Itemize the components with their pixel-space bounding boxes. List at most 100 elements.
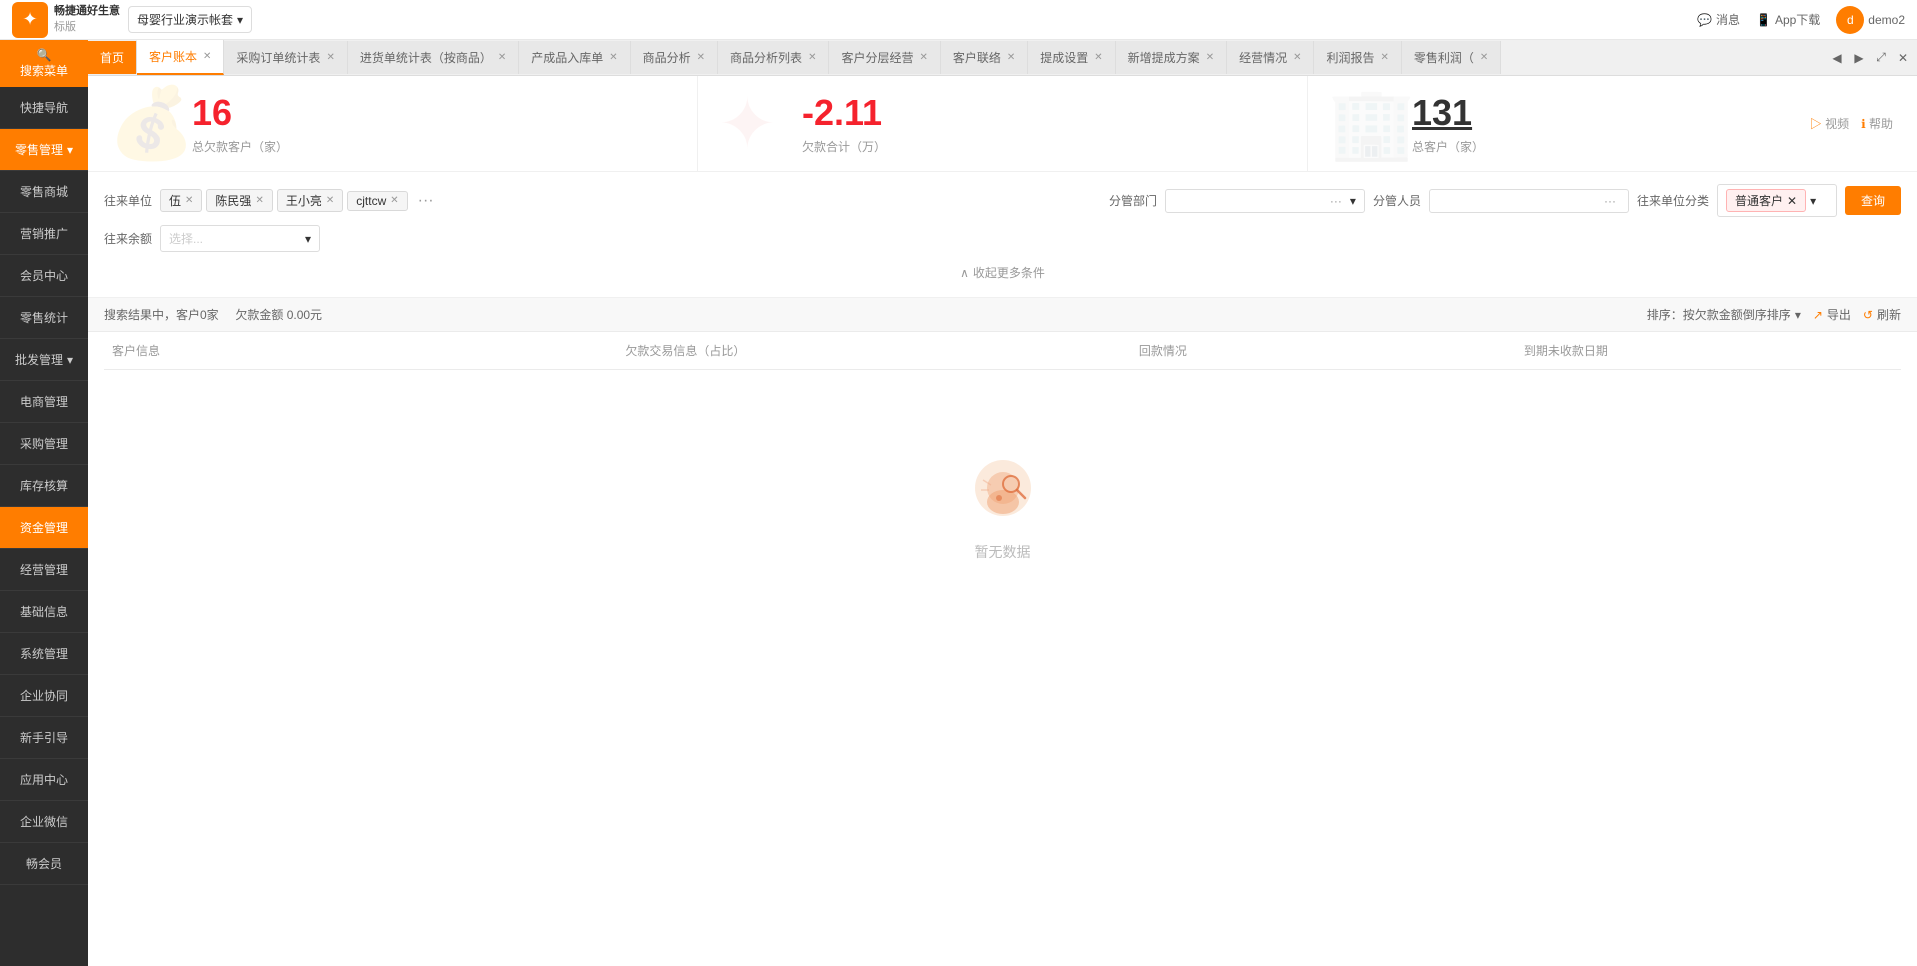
help-link[interactable]: ℹ 帮助 <box>1861 115 1893 132</box>
filter-dept-dots[interactable]: ··· <box>1326 194 1346 208</box>
collapse-button[interactable]: ∧ 收起更多条件 <box>960 264 1045 281</box>
sort-select[interactable]: 排序：按欠款金额倒序排序 ▾ <box>1647 306 1801 323</box>
sidebar-item-retail-mall[interactable]: 零售商城 <box>0 171 88 213</box>
sidebar-item-search[interactable]: 🔍 搜索菜单 <box>0 40 88 87</box>
tab-close-icon[interactable]: ✕ <box>919 52 927 63</box>
page-content: 💰 16 总欠款客户（家） ✦ -2.11 欠款合计（万） 🏢 <box>88 76 1917 966</box>
search-icon: 🔍 <box>37 48 52 62</box>
result-info: 搜索结果中，客户0家 欠款金额 0.00元 <box>104 306 322 323</box>
tab-promotion-settings[interactable]: 提成设置 ✕ <box>1028 41 1115 74</box>
filter-more-button[interactable]: ··· <box>412 190 440 212</box>
tab-close-icon[interactable]: ✕ <box>1381 52 1389 63</box>
tab-customer-layer[interactable]: 客户分层经营 ✕ <box>829 41 940 74</box>
sidebar-item-retail-stats[interactable]: 零售统计 <box>0 297 88 339</box>
sidebar-item-enterprise-wx[interactable]: 企业微信 <box>0 801 88 843</box>
filter-tag-unit-2[interactable]: 陈民强 ✕ <box>206 189 272 212</box>
sidebar-item-app-center[interactable]: 应用中心 <box>0 759 88 801</box>
chevron-down-icon: ▾ <box>305 232 311 246</box>
tab-close-icon[interactable]: ✕ <box>808 52 816 63</box>
topbar-left: ✦ 畅捷通好生意 标版 母婴行业演示帐套 ▾ <box>12 2 252 38</box>
app-download-button[interactable]: 📱 App下载 <box>1756 11 1820 28</box>
tab-new-promotion[interactable]: 新增提成方案 ✕ <box>1116 41 1227 74</box>
tab-customer-contact[interactable]: 客户联络 ✕ <box>941 41 1028 74</box>
filter-tag-remove[interactable]: ✕ <box>390 195 398 206</box>
sidebar-item-operations[interactable]: 经营管理 <box>0 549 88 591</box>
download-icon: 📱 <box>1756 13 1771 27</box>
stat-overdue-customers: 💰 16 总欠款客户（家） <box>88 76 698 171</box>
tab-business-status[interactable]: 经营情况 ✕ <box>1227 41 1314 74</box>
filter-tag-unit-4[interactable]: cjttcw ✕ <box>347 191 407 211</box>
messages-button[interactable]: 💬 消息 <box>1697 11 1740 28</box>
tab-purchase-stats[interactable]: 进货单统计表（按商品） ✕ <box>348 41 519 74</box>
tab-purchase-order[interactable]: 采购订单统计表 ✕ <box>224 41 347 74</box>
tab-customer-capital[interactable]: 客户账本 ✕ <box>137 40 224 75</box>
tab-retail-profit[interactable]: 零售利润（ ✕ <box>1402 41 1501 74</box>
tab-close-icon[interactable]: ✕ <box>697 52 705 63</box>
result-actions: 排序：按欠款金额倒序排序 ▾ ↗ 导出 ↺ 刷新 <box>1647 306 1901 323</box>
filter-select-balance[interactable]: 选择... ▾ <box>160 225 320 252</box>
tab-actions: ◀ ▶ ⤢ ✕ <box>1823 48 1917 68</box>
sidebar-item-wholesale[interactable]: 批发管理 ▾ <box>0 339 88 381</box>
tab-close-icon[interactable]: ✕ <box>609 52 617 63</box>
store-selector[interactable]: 母婴行业演示帐套 ▾ <box>128 6 252 33</box>
sidebar-item-newcomer[interactable]: 新手引导 <box>0 717 88 759</box>
sidebar-item-system[interactable]: 系统管理 <box>0 633 88 675</box>
filter-category-tag: 普通客户 ✕ <box>1726 189 1806 212</box>
sidebar-item-vip-member[interactable]: 畅会员 <box>0 843 88 885</box>
filter-select-person[interactable]: ··· <box>1429 189 1629 213</box>
tab-close-icon[interactable]: ✕ <box>1293 52 1301 63</box>
stat-overdue-amount: ✦ -2.11 欠款合计（万） <box>698 76 1308 171</box>
tab-close-icon[interactable]: ✕ <box>203 51 211 62</box>
sidebar-item-ecommerce[interactable]: 电商管理 <box>0 381 88 423</box>
tab-close-icon[interactable]: ✕ <box>1094 52 1102 63</box>
sidebar-item-enterprise[interactable]: 企业协同 <box>0 675 88 717</box>
sidebar-item-finance[interactable]: 资金管理 <box>0 507 88 549</box>
tab-close-icon[interactable]: ✕ <box>1480 52 1488 63</box>
sidebar-item-member[interactable]: 会员中心 <box>0 255 88 297</box>
filter-select-dept[interactable]: ··· ▾ <box>1165 189 1365 213</box>
sidebar-item-quick-nav[interactable]: 快捷导航 <box>0 87 88 129</box>
tab-close-icon[interactable]: ✕ <box>1206 52 1214 63</box>
video-link[interactable]: ▷ 视频 <box>1810 115 1849 132</box>
result-bar: 搜索结果中，客户0家 欠款金额 0.00元 排序：按欠款金额倒序排序 ▾ ↗ 导… <box>88 298 1917 332</box>
filter-row-balance: 往来余额 选择... ▾ <box>104 225 1901 252</box>
export-button[interactable]: ↗ 导出 <box>1813 306 1851 323</box>
tab-product-in[interactable]: 产成品入库单 ✕ <box>519 41 630 74</box>
user-menu[interactable]: d demo2 <box>1836 6 1905 34</box>
tab-close-icon[interactable]: ✕ <box>1007 52 1015 63</box>
tab-home[interactable]: 首页 <box>88 41 137 74</box>
filter-tag-unit-3[interactable]: 王小亮 ✕ <box>277 189 343 212</box>
filter-label-dept: 分管部门 <box>1109 192 1157 209</box>
export-icon: ↗ <box>1813 308 1823 322</box>
logo-icon: ✦ <box>12 2 48 38</box>
filter-tag-remove[interactable]: ✕ <box>326 195 334 206</box>
stats-row: 💰 16 总欠款客户（家） ✦ -2.11 欠款合计（万） 🏢 <box>88 76 1917 172</box>
tab-next-button[interactable]: ▶ <box>1849 48 1869 68</box>
sidebar-item-basic-info[interactable]: 基础信息 <box>0 591 88 633</box>
tab-profit-report[interactable]: 利润报告 ✕ <box>1314 41 1401 74</box>
filter-tag-remove[interactable]: ✕ <box>255 195 263 206</box>
tab-prev-button[interactable]: ◀ <box>1827 48 1847 68</box>
tab-expand-button[interactable]: ⤢ <box>1871 48 1891 68</box>
query-button[interactable]: 查询 <box>1845 186 1901 215</box>
filter-tag-remove[interactable]: ✕ <box>185 195 193 206</box>
chevron-icon: ▾ <box>67 143 73 157</box>
sidebar-item-retail[interactable]: 零售管理 ▾ <box>0 129 88 171</box>
sidebar-item-inventory[interactable]: 库存核算 <box>0 465 88 507</box>
tab-goods-analysis-list[interactable]: 商品分析列表 ✕ <box>718 41 829 74</box>
tab-close-all-button[interactable]: ✕ <box>1893 48 1913 68</box>
sidebar-item-marketing[interactable]: 营销推广 <box>0 213 88 255</box>
sidebar-item-purchase[interactable]: 采购管理 <box>0 423 88 465</box>
stat-value-overdue-customers: 16 <box>192 92 288 134</box>
filter-category-remove[interactable]: ✕ <box>1787 194 1797 208</box>
tab-close-icon[interactable]: ✕ <box>498 52 506 63</box>
filter-tag-unit-1[interactable]: 伍 ✕ <box>160 189 202 212</box>
tab-goods-analysis[interactable]: 商品分析 ✕ <box>631 41 718 74</box>
tab-close-icon[interactable]: ✕ <box>326 52 334 63</box>
chevron-up-icon: ∧ <box>960 266 969 280</box>
filter-select-category[interactable]: 普通客户 ✕ ▾ <box>1717 184 1837 217</box>
chevron-down-icon: ▾ <box>1810 194 1816 208</box>
refresh-button[interactable]: ↺ 刷新 <box>1863 306 1901 323</box>
chevron-down-icon: ▾ <box>237 13 243 27</box>
filter-person-dots[interactable]: ··· <box>1600 194 1620 208</box>
